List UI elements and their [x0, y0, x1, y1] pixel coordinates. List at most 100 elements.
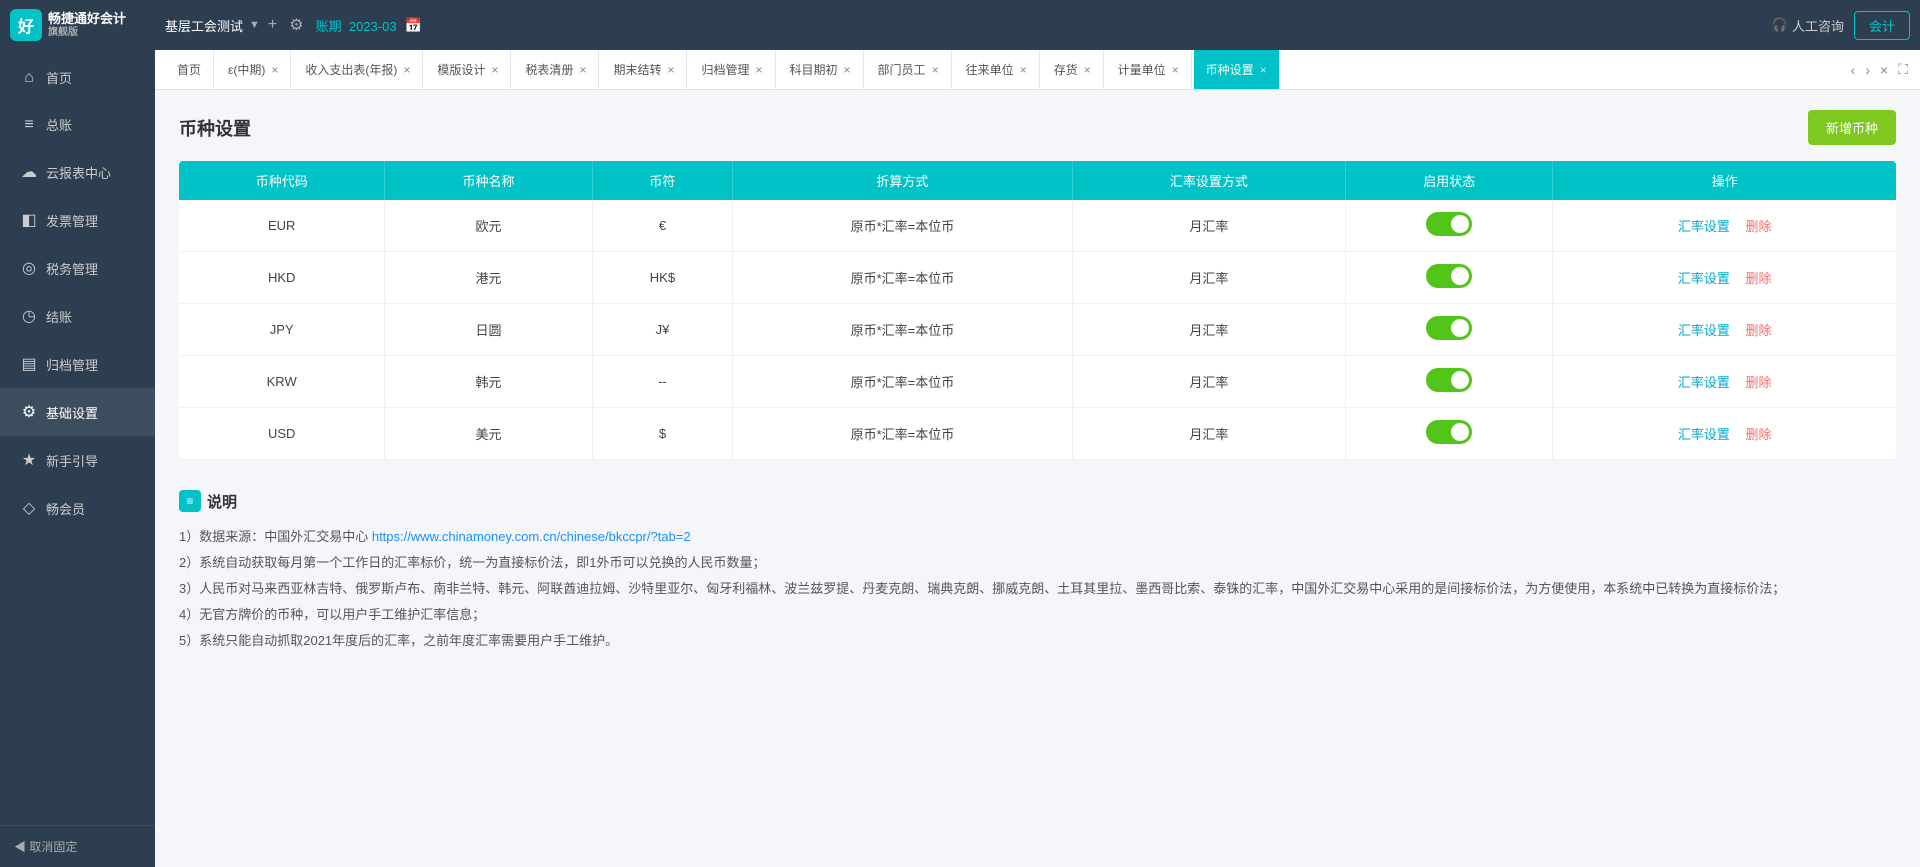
tab-inventory-label: 存货: [1054, 61, 1078, 78]
logo-subtitle: 旗舰版: [48, 27, 126, 39]
tab-income-close[interactable]: ×: [403, 63, 410, 77]
tab-template[interactable]: 模版设计 ×: [425, 50, 511, 90]
sidebar-collapse-label: ◀ 取消固定: [14, 838, 77, 855]
sidebar-item-archive[interactable]: ▤ 归档管理: [0, 340, 155, 388]
cell-symbol: J¥: [592, 304, 733, 356]
delete-button[interactable]: 删除: [1746, 375, 1772, 390]
tab-currency-close[interactable]: ×: [1260, 63, 1267, 77]
toggle-circle: [1451, 319, 1469, 337]
toggle-enabled[interactable]: [1426, 212, 1472, 236]
tab-template-label: 模版设计: [437, 61, 485, 78]
tab-archive[interactable]: 归档管理 ×: [689, 50, 775, 90]
rate-setting-button[interactable]: 汇率设置: [1678, 271, 1730, 286]
tab-next-button[interactable]: ›: [1861, 60, 1874, 80]
tab-tax-label: 税表清册: [525, 61, 573, 78]
support-label: 人工咨询: [1792, 16, 1844, 35]
sidebar-collapse-button[interactable]: ◀ 取消固定: [0, 825, 155, 867]
tab-partner[interactable]: 往来单位 ×: [954, 50, 1040, 90]
delete-button[interactable]: 删除: [1746, 323, 1772, 338]
delete-button[interactable]: 删除: [1746, 219, 1772, 234]
tab-income[interactable]: 收入支出表(年报) ×: [293, 50, 423, 90]
sidebar: ⌂ 首页 ≡ 总账 ☁ 云报表中心 ◧ 发票管理 ◎ 税务管理 ◷ 结账: [0, 50, 155, 867]
tab-period-label: ε(中期): [228, 61, 265, 78]
tab-period[interactable]: ε(中期) ×: [216, 50, 291, 90]
project-selector[interactable]: 基层工会测试 ▼: [165, 16, 260, 35]
tab-inventory-close[interactable]: ×: [1084, 63, 1091, 77]
calendar-icon[interactable]: 📅: [405, 17, 422, 34]
cell-symbol: $: [592, 408, 733, 460]
sidebar-label-reports: 云报表中心: [46, 163, 111, 182]
tab-period-close[interactable]: ×: [271, 63, 278, 77]
login-button[interactable]: 会计: [1854, 11, 1910, 40]
tab-subject[interactable]: 科目期初 ×: [778, 50, 864, 90]
tab-dept[interactable]: 部门员工 ×: [866, 50, 952, 90]
rate-setting-button[interactable]: 汇率设置: [1678, 375, 1730, 390]
fullscreen-button[interactable]: ⛶: [1894, 59, 1912, 80]
sidebar-item-reports[interactable]: ☁ 云报表中心: [0, 148, 155, 196]
cell-name: 欧元: [385, 200, 592, 252]
tab-tax[interactable]: 税表清册 ×: [513, 50, 599, 90]
tab-unit-close[interactable]: ×: [1172, 63, 1179, 77]
tab-tax-close[interactable]: ×: [579, 63, 586, 77]
toggle-enabled[interactable]: [1426, 368, 1472, 392]
tab-period-end[interactable]: 期末结转 ×: [601, 50, 687, 90]
add-tab-button[interactable]: +: [268, 16, 277, 34]
settings-icon[interactable]: ⚙: [289, 15, 303, 35]
sidebar-item-tax[interactable]: ◎ 税务管理: [0, 244, 155, 292]
rate-setting-button[interactable]: 汇率设置: [1678, 323, 1730, 338]
cell-rate-type: 月汇率: [1072, 408, 1346, 460]
tab-currency[interactable]: 币种设置 ×: [1194, 50, 1280, 90]
tab-archive-label: 归档管理: [701, 61, 749, 78]
support-button[interactable]: 🎧 人工咨询: [1772, 16, 1844, 35]
logo-title: 畅捷通好会计: [48, 11, 126, 27]
cell-name: 日圆: [385, 304, 592, 356]
tab-home[interactable]: 首页: [165, 50, 214, 90]
tab-unit[interactable]: 计量单位 ×: [1106, 50, 1192, 90]
cell-calc: 原币*汇率=本位币: [733, 408, 1072, 460]
tax-icon: ◎: [20, 258, 38, 278]
sidebar-item-invoice[interactable]: ◧ 发票管理: [0, 196, 155, 244]
cell-status: [1346, 200, 1553, 252]
new-currency-button[interactable]: 新增币种: [1808, 110, 1896, 145]
tab-archive-close[interactable]: ×: [756, 63, 763, 77]
rate-setting-button[interactable]: 汇率设置: [1678, 219, 1730, 234]
tab-currency-label: 币种设置: [1206, 61, 1254, 78]
cell-code: EUR: [179, 200, 385, 252]
tab-period-end-close[interactable]: ×: [667, 63, 674, 77]
col-symbol: 币符: [592, 161, 733, 200]
sidebar-item-checkout[interactable]: ◷ 结账: [0, 292, 155, 340]
cell-status: [1346, 356, 1553, 408]
toggle-enabled[interactable]: [1426, 420, 1472, 444]
col-name: 币种名称: [385, 161, 592, 200]
cell-actions: 汇率设置 删除: [1553, 356, 1896, 408]
notes-item: 1）数据来源：中国外汇交易中心 https://www.chinamoney.c…: [179, 524, 1896, 550]
sidebar-item-guide[interactable]: ★ 新手引导: [0, 436, 155, 484]
col-status: 启用状态: [1346, 161, 1553, 200]
logo-icon: 好: [10, 9, 42, 41]
sidebar-item-member[interactable]: ◇ 畅会员: [0, 484, 155, 532]
tab-template-close[interactable]: ×: [491, 63, 498, 77]
tab-dept-close[interactable]: ×: [932, 63, 939, 77]
currency-table-container: 币种代码 币种名称 币符 折算方式 汇率设置方式 启用状态 操作 EUR 欧: [179, 161, 1896, 460]
sidebar-item-ledger[interactable]: ≡ 总账: [0, 101, 155, 148]
cell-rate-type: 月汇率: [1072, 200, 1346, 252]
tab-prev-button[interactable]: ‹: [1847, 60, 1860, 80]
notes-link[interactable]: https://www.chinamoney.com.cn/chinese/bk…: [372, 529, 691, 544]
tab-dept-label: 部门员工: [878, 61, 926, 78]
tabbar: 首页 ε(中期) × 收入支出表(年报) × 模版设计 × 税表清册 ×: [155, 50, 1920, 90]
delete-button[interactable]: 删除: [1746, 271, 1772, 286]
tab-subject-close[interactable]: ×: [844, 63, 851, 77]
cell-calc: 原币*汇率=本位币: [733, 252, 1072, 304]
sidebar-item-settings[interactable]: ⚙ 基础设置: [0, 388, 155, 436]
tab-partner-close[interactable]: ×: [1020, 63, 1027, 77]
toggle-circle: [1451, 215, 1469, 233]
delete-button[interactable]: 删除: [1746, 427, 1772, 442]
toggle-enabled[interactable]: [1426, 264, 1472, 288]
rate-setting-button[interactable]: 汇率设置: [1678, 427, 1730, 442]
sidebar-item-home[interactable]: ⌂ 首页: [0, 54, 155, 101]
toggle-enabled[interactable]: [1426, 316, 1472, 340]
tab-inventory[interactable]: 存货 ×: [1042, 50, 1104, 90]
tab-close-all-button[interactable]: ×: [1876, 60, 1892, 80]
sidebar-label-ledger: 总账: [46, 115, 72, 134]
member-icon: ◇: [20, 498, 38, 518]
